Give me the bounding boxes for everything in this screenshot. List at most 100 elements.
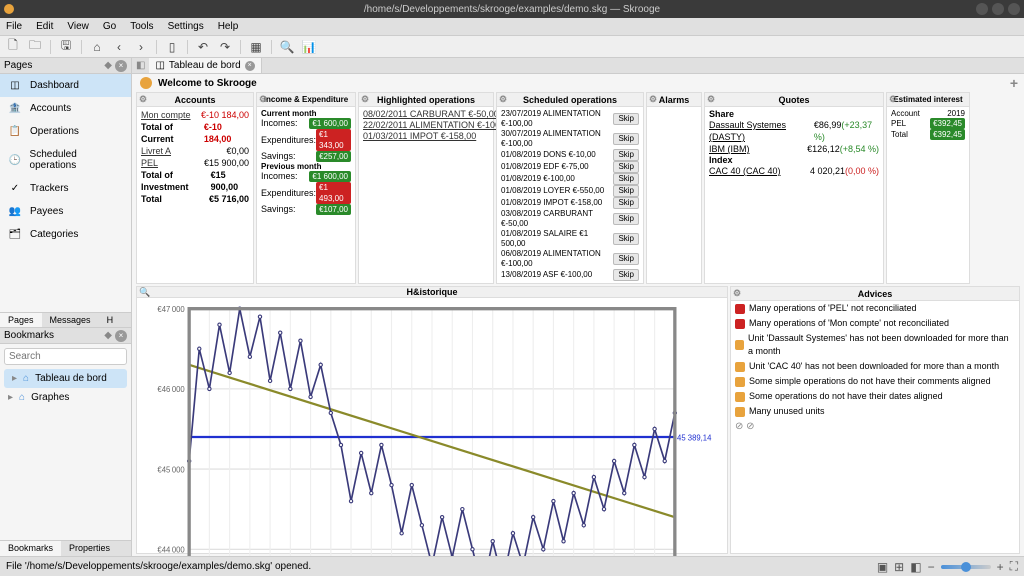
save-icon[interactable]: 🖫 bbox=[59, 40, 73, 54]
nav-icon: 🗂 bbox=[8, 229, 22, 240]
sb-icon-1[interactable]: ▣ bbox=[877, 560, 888, 574]
redo-icon[interactable]: ↷ bbox=[218, 40, 232, 54]
quotes-widget: ⚙Quotes ShareDassault Systemes (DASTY)€8… bbox=[704, 92, 884, 284]
minimize-icon[interactable] bbox=[976, 3, 988, 15]
tab-row: ◧ ◫ Tableau de bord × bbox=[132, 58, 1024, 74]
skip-button[interactable]: Skip bbox=[613, 161, 639, 173]
grid-icon[interactable]: ▦ bbox=[249, 40, 263, 54]
skip-button[interactable]: Skip bbox=[613, 197, 639, 209]
close-icon[interactable] bbox=[1008, 3, 1020, 15]
menubar: File Edit View Go Tools Settings Help bbox=[0, 18, 1024, 36]
report-icon[interactable]: 📊 bbox=[302, 40, 316, 54]
skip-button[interactable]: Skip bbox=[613, 149, 639, 161]
zoom-out-icon[interactable]: − bbox=[928, 560, 935, 574]
forward-icon[interactable]: › bbox=[134, 40, 148, 54]
pages-close-icon[interactable]: × bbox=[115, 60, 127, 72]
tab-dashboard[interactable]: ◫ Tableau de bord × bbox=[149, 58, 261, 73]
nav-payees[interactable]: 👥Payees bbox=[0, 200, 131, 223]
zoom-in-icon[interactable]: + bbox=[997, 560, 1004, 574]
highlighted-row[interactable]: 22/02/2011 ALIMENTATION €-100,00 bbox=[363, 120, 489, 131]
advice-row[interactable]: Unit 'CAC 40' has not been downloaded fo… bbox=[731, 359, 1019, 374]
advice-row[interactable]: Some simple operations do not have their… bbox=[731, 374, 1019, 389]
advice-row[interactable]: Many operations of 'PEL' not reconciliat… bbox=[731, 301, 1019, 316]
severity-icon bbox=[735, 407, 745, 417]
sb-icon-2[interactable]: ⊞ bbox=[894, 560, 904, 574]
pages-pane-header: Pages ◆× bbox=[0, 58, 131, 74]
sb-icon-3[interactable]: ◧ bbox=[910, 560, 921, 574]
menu-edit[interactable]: Edit bbox=[36, 21, 53, 32]
bookmark-item[interactable]: ▸⌂Graphes bbox=[0, 388, 131, 407]
nav-accounts[interactable]: 🏦Accounts bbox=[0, 97, 131, 120]
device-icon[interactable]: ▯ bbox=[165, 40, 179, 54]
menu-go[interactable]: Go bbox=[103, 21, 116, 32]
open-icon[interactable]: 🗀 bbox=[28, 40, 42, 54]
bottomtab-bookmarks[interactable]: Bookmarks bbox=[0, 541, 61, 556]
skip-button[interactable]: Skip bbox=[613, 113, 639, 125]
menu-view[interactable]: View bbox=[67, 21, 89, 32]
advice-row[interactable]: Many operations of 'Mon compte' not reco… bbox=[731, 316, 1019, 331]
bottom-tabs: BookmarksProperties bbox=[0, 540, 131, 556]
fullscreen-icon[interactable]: ⛶ bbox=[1010, 559, 1018, 574]
nav-icon: 🕒 bbox=[8, 155, 22, 166]
bottomtab-properties[interactable]: Properties bbox=[61, 541, 118, 556]
undo-icon[interactable]: ↶ bbox=[196, 40, 210, 54]
account-row: PEL€15 900,00 bbox=[141, 157, 249, 169]
skip-button[interactable]: Skip bbox=[613, 269, 639, 281]
skip-button[interactable]: Skip bbox=[613, 133, 639, 145]
tab-close-icon[interactable]: × bbox=[245, 61, 255, 71]
nav-icon: ◫ bbox=[8, 80, 22, 91]
expand-icon[interactable]: ▸ bbox=[12, 373, 17, 384]
bookmark-item[interactable]: ▸⌂Tableau de bord bbox=[4, 369, 127, 388]
svg-text:€44 000: €44 000 bbox=[157, 546, 184, 555]
skip-button[interactable]: Skip bbox=[613, 185, 639, 197]
nav-operations[interactable]: 📋Operations bbox=[0, 120, 131, 143]
minitab-messages[interactable]: Messages bbox=[42, 313, 99, 327]
advice-row[interactable]: Unit 'Dassault Systemes' has not been do… bbox=[731, 331, 1019, 359]
skip-button[interactable]: Skip bbox=[613, 213, 639, 225]
new-icon[interactable]: 🗋 bbox=[6, 40, 20, 54]
bookmarks-list: ▸⌂Tableau de bord▸⌂Graphes bbox=[0, 369, 131, 407]
menu-help[interactable]: Help bbox=[218, 21, 239, 32]
nav-categories[interactable]: 🗂Categories bbox=[0, 223, 131, 246]
expand-icon[interactable]: ▸ bbox=[8, 392, 13, 403]
welcome-text: Welcome to Skrooge bbox=[158, 78, 257, 89]
back-icon[interactable]: ‹ bbox=[112, 40, 126, 54]
menu-settings[interactable]: Settings bbox=[168, 21, 204, 32]
svg-text:€45 000: €45 000 bbox=[157, 465, 184, 474]
ie-row: Savings:€107,00 bbox=[261, 204, 351, 215]
skip-button[interactable]: Skip bbox=[613, 253, 639, 265]
account-row: Total of Current€-10 184,00 bbox=[141, 121, 249, 145]
ie-row: Expenditures:€1 343,00 bbox=[261, 129, 351, 151]
menu-file[interactable]: File bbox=[6, 21, 22, 32]
zoom-slider[interactable] bbox=[941, 565, 991, 569]
nav-scheduled-operations[interactable]: 🕒Scheduled operations bbox=[0, 143, 131, 177]
menu-tools[interactable]: Tools bbox=[130, 21, 153, 32]
bookmarks-search-input[interactable] bbox=[4, 348, 127, 365]
maximize-icon[interactable] bbox=[992, 3, 1004, 15]
search-icon[interactable]: 🔍 bbox=[280, 40, 294, 54]
account-row: Mon compte€-10 184,00 bbox=[141, 109, 249, 121]
advice-row[interactable]: Some operations do not have their dates … bbox=[731, 389, 1019, 404]
home-icon[interactable]: ⌂ bbox=[90, 40, 104, 54]
severity-icon bbox=[735, 319, 745, 329]
chart-settings-icon[interactable]: 🔍 bbox=[139, 287, 150, 298]
bookmarks-close-icon[interactable]: × bbox=[115, 330, 127, 342]
minitab-h[interactable]: H bbox=[99, 313, 122, 327]
advice-row[interactable]: Many unused units bbox=[731, 404, 1019, 419]
minitab-pages[interactable]: Pages bbox=[0, 313, 42, 327]
scheduled-row: 06/08/2019 ALIMENTATION €-100,00Skip bbox=[501, 249, 639, 269]
titlebar: /home/s/Developpements/skrooge/examples/… bbox=[0, 0, 1024, 18]
window-title: /home/s/Developpements/skrooge/examples/… bbox=[364, 4, 660, 15]
tab-label: Tableau de bord bbox=[169, 60, 241, 71]
add-widget-icon[interactable]: + bbox=[1010, 75, 1018, 91]
skip-button[interactable]: Skip bbox=[613, 173, 639, 185]
toolbar: 🗋 🗀 🖫 ⌂ ‹ › ▯ ↶ ↷ ▦ 🔍 📊 bbox=[0, 36, 1024, 58]
nav-dashboard[interactable]: ◫Dashboard bbox=[0, 74, 131, 97]
statusbar: File '/home/s/Developpements/skrooge/exa… bbox=[0, 556, 1024, 576]
scheduled-row: 01/08/2019 LOYER €-550,00Skip bbox=[501, 185, 639, 197]
highlighted-row[interactable]: 08/02/2011 CARBURANT €-50,00 bbox=[363, 109, 489, 120]
skip-button[interactable]: Skip bbox=[613, 233, 639, 245]
nav-trackers[interactable]: ✓Trackers bbox=[0, 177, 131, 200]
bookmarks-title: Bookmarks bbox=[4, 330, 54, 341]
highlighted-row[interactable]: 01/03/2011 IMPOT €-158,00 bbox=[363, 131, 489, 142]
